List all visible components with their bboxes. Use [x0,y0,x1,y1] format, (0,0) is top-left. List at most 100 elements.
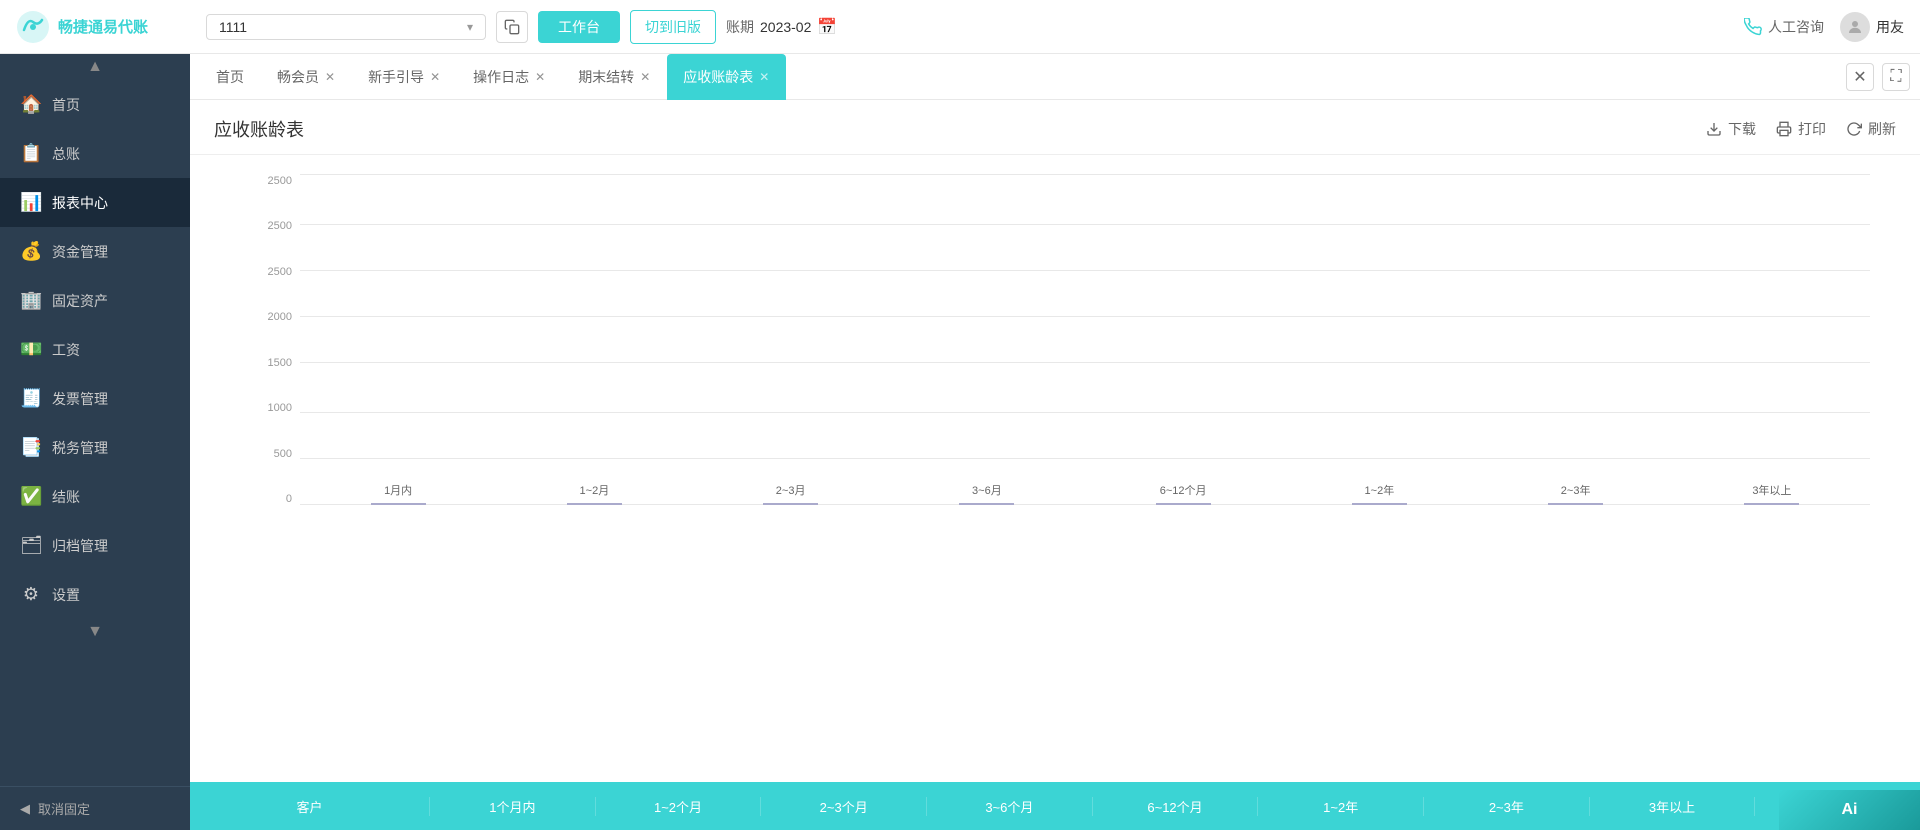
sidebar-scroll-down[interactable]: ▼ [0,619,190,645]
th-6-12month: 6~12个月 [1093,797,1259,816]
tab-member[interactable]: 畅会员 ✕ [261,54,352,100]
y-axis: 2500 2500 2500 2000 1500 1000 500 0 [260,175,300,505]
tab-ar-aging-close[interactable]: ✕ [759,70,769,84]
period-area: 账期 2023-02 📅 [726,17,837,37]
tab-oplog-label: 操作日志 [473,67,529,87]
sidebar-item-salary[interactable]: 💵 工资 [0,325,190,374]
y-label-2000: 2000 [268,311,300,323]
tax-icon: 📑 [20,437,42,458]
chart-container: 2500 2500 2500 2000 1500 1000 500 0 [190,155,1920,782]
reports-icon: 📊 [20,192,42,213]
tab-home[interactable]: 首页 [200,54,261,100]
content-area: 首页 畅会员 ✕ 新手引导 ✕ 操作日志 ✕ 期末结转 ✕ 应收账龄表 ✕ [190,54,1920,830]
tab-ar-aging-label: 应收账龄表 [683,67,753,87]
sidebar-collapse-btn[interactable]: ◀ 取消固定 [0,786,190,830]
tab-period-end-close[interactable]: ✕ [640,70,650,84]
th-customer: 客户 [190,797,430,816]
invoice-icon: 🧾 [20,388,42,409]
sidebar-label-archive: 归档管理 [52,536,108,556]
y-label-0: 0 [286,493,300,505]
close-tab-button[interactable]: ✕ [1846,63,1874,91]
sidebar-item-reports[interactable]: 📊 报表中心 [0,178,190,227]
tab-oplog-close[interactable]: ✕ [535,70,545,84]
th-1month: 1个月内 [430,797,596,816]
support-button[interactable]: 人工咨询 [1744,17,1824,37]
x-label-3: 3~6月 [889,482,1085,498]
archive-icon: 🗂 [20,535,42,556]
x-label-2: 2~3月 [693,482,889,498]
funds-icon: 💰 [20,241,42,262]
y-label-500: 500 [274,448,300,460]
company-selector[interactable]: 1111 ▾ [206,14,486,40]
print-icon [1776,121,1792,137]
main-layout: ▲ 🏠 首页 📋 总账 📊 报表中心 💰 资金管理 🏢 固定资产 💵 工资 🧾 … [0,54,1920,830]
tab-member-label: 畅会员 [277,67,319,87]
ai-badge-label: Ai [1842,801,1858,819]
tab-guide[interactable]: 新手引导 ✕ [352,54,457,100]
sidebar-label-invoice: 发票管理 [52,389,108,409]
collapse-icon: ◀ [20,801,30,817]
refresh-button[interactable]: 刷新 [1846,119,1896,139]
y-label-1500: 1500 [268,357,300,369]
sidebar-label-tax: 税务管理 [52,438,108,458]
sidebar-item-invoice[interactable]: 🧾 发票管理 [0,374,190,423]
table-header: 客户 1个月内 1~2个月 2~3个月 3~6个月 6~12个月 1~2年 2~… [190,782,1920,830]
x-labels: 1月内 1~2月 2~3月 3~6月 6~12个月 1~2年 2~3年 3年以上 [300,475,1870,505]
y-label-2500-top: 2500 [268,175,300,187]
logo-text: 畅捷通易代账 [58,16,148,37]
tab-oplog[interactable]: 操作日志 ✕ [457,54,562,100]
sidebar-item-settings[interactable]: ⚙ 设置 [0,570,190,619]
x-label-4: 6~12个月 [1085,482,1281,498]
download-button[interactable]: 下载 [1706,119,1756,139]
sidebar-label-home: 首页 [52,95,80,115]
sidebar-item-assets[interactable]: 🏢 固定资产 [0,276,190,325]
download-label: 下载 [1728,119,1756,139]
tab-member-close[interactable]: ✕ [325,70,335,84]
tab-guide-close[interactable]: ✕ [430,70,440,84]
logo-area: 畅捷通易代账 [16,10,206,44]
sidebar-scroll-up[interactable]: ▲ [0,54,190,80]
collapse-label: 取消固定 [38,799,90,818]
tabs-actions: ✕ ⛶ [1846,63,1910,91]
copy-button[interactable] [496,11,528,43]
bars-container [300,175,1870,505]
th-1-2year: 1~2年 [1258,797,1424,816]
ai-badge[interactable]: Ai [1779,790,1920,830]
page-actions: 下载 打印 刷新 [1706,119,1896,139]
print-label: 打印 [1798,119,1826,139]
avatar [1840,12,1870,42]
sidebar-item-tax[interactable]: 📑 税务管理 [0,423,190,472]
user-area[interactable]: 用友 [1840,12,1904,42]
sidebar-item-ledger[interactable]: 📋 总账 [0,129,190,178]
sidebar-item-funds[interactable]: 💰 资金管理 [0,227,190,276]
sidebar-item-checkout[interactable]: ✅ 结账 [0,472,190,521]
switch-version-button[interactable]: 切到旧版 [630,10,716,44]
tab-ar-aging[interactable]: 应收账龄表 ✕ [667,54,786,100]
company-name: 1111 [219,19,459,35]
user-name: 用友 [1876,17,1904,37]
sidebar-label-ledger: 总账 [52,144,80,164]
y-label-2500-2: 2500 [268,220,300,232]
page-header: 应收账龄表 下载 打印 [190,100,1920,155]
print-button[interactable]: 打印 [1776,119,1826,139]
sidebar-item-archive[interactable]: 🗂 归档管理 [0,521,190,570]
sidebar-item-home[interactable]: 🏠 首页 [0,80,190,129]
expand-tab-button[interactable]: ⛶ [1882,63,1910,91]
calendar-icon[interactable]: 📅 [817,17,837,37]
chart-plot-area: 1月内 1~2月 2~3月 3~6月 6~12个月 1~2年 2~3年 3年以上 [300,175,1870,505]
sidebar-label-checkout: 结账 [52,487,80,507]
sidebar: ▲ 🏠 首页 📋 总账 📊 报表中心 💰 资金管理 🏢 固定资产 💵 工资 🧾 … [0,54,190,830]
tab-period-end-label: 期末结转 [578,67,634,87]
page-title: 应收账龄表 [214,116,304,142]
workbench-button[interactable]: 工作台 [538,11,620,43]
download-icon [1706,121,1722,137]
sidebar-label-settings: 设置 [52,585,80,605]
page-content: 应收账龄表 下载 打印 [190,100,1920,830]
tab-period-end[interactable]: 期末结转 ✕ [562,54,667,100]
x-label-0: 1月内 [300,482,496,498]
th-2-3month: 2~3个月 [761,797,927,816]
home-icon: 🏠 [20,94,42,115]
tab-home-label: 首页 [216,67,244,87]
checkout-icon: ✅ [20,486,42,507]
header-right: 人工咨询 用友 [1744,12,1904,42]
